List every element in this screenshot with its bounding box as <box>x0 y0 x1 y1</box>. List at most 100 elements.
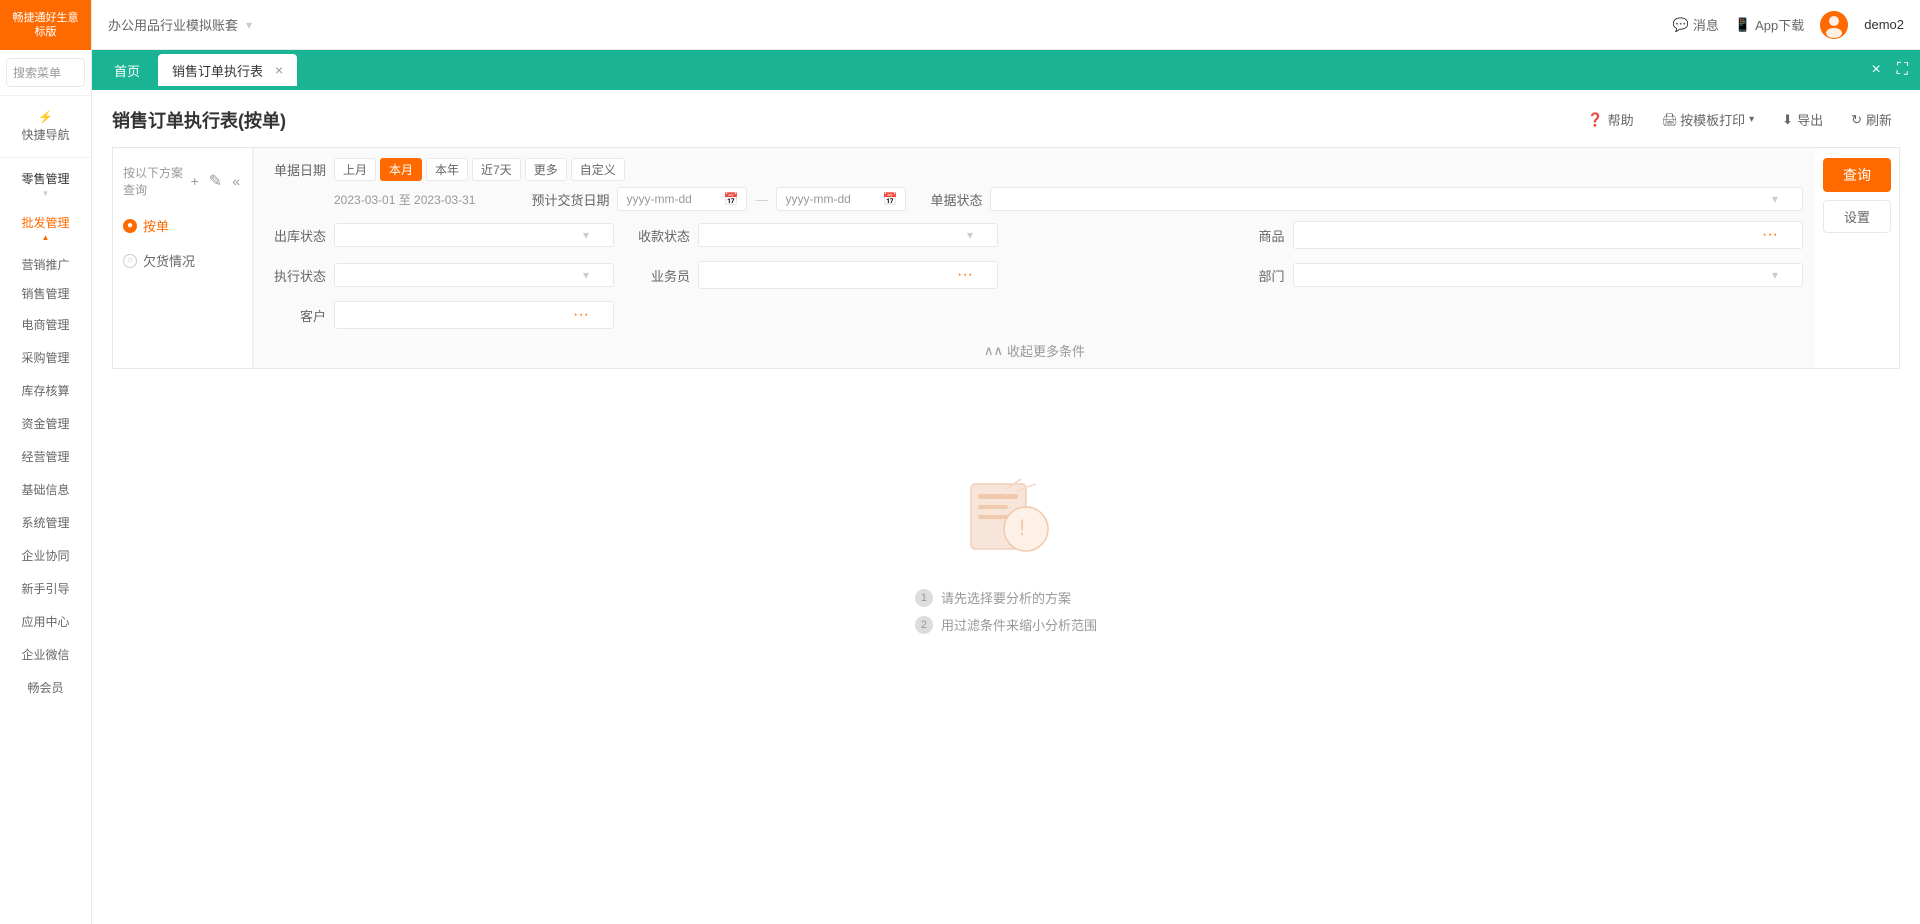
empty-tip-1: 1 请先选择要分析的方案 <box>915 588 1097 607</box>
refresh-button[interactable]: ↻ 刷新 <box>1843 106 1900 133</box>
quick-nav-item[interactable]: ⚡ 快捷导航 <box>0 102 91 151</box>
scheme-item-欠货情况[interactable]: ○ 欠货情况 <box>113 243 252 278</box>
sidebar-item-apps[interactable]: 应用中心 <box>0 605 91 638</box>
sidebar-item-operation[interactable]: 经营管理 <box>0 440 91 473</box>
print-icon: 🖨 <box>1662 112 1679 128</box>
empty-state: ! 1 请先选择要分析的方案 2 用过滤条件来缩小分析范围 <box>112 369 1900 714</box>
user-name[interactable]: demo2 <box>1864 17 1904 32</box>
top-header: 办公用品行业模拟账套 ▾ 💬 消息 📱 App下载 demo2 <box>92 0 1920 50</box>
customer-select[interactable]: ··· <box>334 301 614 329</box>
filter-goods: 商品 ··· <box>1225 221 1804 249</box>
help-button[interactable]: ❓ 帮助 <box>1579 106 1641 133</box>
scheme-item-按单[interactable]: ● 按单 <box>113 208 252 243</box>
date-btn-more[interactable]: 更多 <box>525 158 567 181</box>
collection-status-arrow: ▾ <box>967 228 973 242</box>
dept-select[interactable]: ▾ <box>1293 263 1804 287</box>
close-tab-btn[interactable]: × <box>1867 57 1884 83</box>
print-label: 按模板打印 <box>1680 110 1745 129</box>
filter-area: 单据日期 上月 本月 本年 近7天 更多 自定义 <box>253 148 1815 368</box>
quick-nav-label: 快捷导航 <box>21 126 69 143</box>
date-btn-this-year[interactable]: 本年 <box>426 158 468 181</box>
sidebar-item-finance[interactable]: 资金管理 <box>0 407 91 440</box>
sidebar-item-guide[interactable]: 新手引导 <box>0 572 91 605</box>
date-btn-custom[interactable]: 自定义 <box>571 158 625 181</box>
sidebar-logo: 畅捷通好生意 标版 <box>0 0 91 50</box>
message-button[interactable]: 💬 消息 <box>1673 15 1719 34</box>
app-download-button[interactable]: 📱 App下载 <box>1735 15 1804 34</box>
query-button[interactable]: 查询 <box>1823 158 1891 192</box>
doc-status-arrow: ▾ <box>1772 192 1778 206</box>
collapse-up-icon: ∧∧ <box>984 343 1003 359</box>
date-btn-this-month[interactable]: 本月 <box>380 158 422 181</box>
tab-home[interactable]: 首页 <box>100 54 154 86</box>
scheme-active-dot: ● <box>123 219 137 233</box>
avatar <box>1820 11 1848 39</box>
goods-label: 商品 <box>1225 226 1285 245</box>
date-from-input[interactable]: yyyy-mm-dd 📅 <box>617 187 747 211</box>
tab-sales-exec-label: 销售订单执行表 <box>172 61 263 80</box>
customer-label: 客户 <box>266 306 326 325</box>
sidebar-item-basic[interactable]: 基础信息 <box>0 473 91 506</box>
collapse-panel-button[interactable]: « <box>230 171 242 191</box>
doc-status-label: 单据状态 <box>922 190 982 209</box>
sidebar-item-purchase[interactable]: 采购管理 <box>0 341 91 374</box>
sidebar-item-system[interactable]: 系统管理 <box>0 506 91 539</box>
date-label: 单据日期 <box>266 160 326 179</box>
sidebar-item-member[interactable]: 畅会员 <box>0 671 91 704</box>
page-content: 销售订单执行表(按单) ❓ 帮助 🖨 按模板打印 ▾ ⬇ 导出 <box>92 90 1920 924</box>
scheme-label-欠货情况: 欠货情况 <box>143 251 195 270</box>
empty-tips: 1 请先选择要分析的方案 2 用过滤条件来缩小分析范围 <box>915 588 1097 634</box>
tip-1-num: 1 <box>915 589 933 607</box>
exec-status-select[interactable]: ▾ <box>334 263 614 287</box>
date-to-input[interactable]: yyyy-mm-dd 📅 <box>776 187 906 211</box>
search-menu-button[interactable]: 搜索菜单 <box>6 58 85 87</box>
date-btn-last-7[interactable]: 近7天 <box>472 158 521 181</box>
empty-tip-2: 2 用过滤条件来缩小分析范围 <box>915 615 1097 634</box>
sidebar-item-enterprise[interactable]: 企业协同 <box>0 539 91 572</box>
sidebar-item-retail[interactable]: 零售管理 ▼ <box>0 162 91 206</box>
sidebar-item-wholesale[interactable]: 批发管理 ▲ <box>0 206 91 250</box>
exec-status-label: 执行状态 <box>266 266 326 285</box>
date-separator: — <box>755 192 768 207</box>
tip-1-text: 请先选择要分析的方案 <box>941 588 1071 607</box>
sidebar-item-wechat[interactable]: 企业微信 <box>0 638 91 671</box>
maximize-tab-btn[interactable]: ⛶ <box>1893 57 1912 83</box>
filter-salesperson: 业务员 ··· <box>630 261 1209 289</box>
out-status-select[interactable]: ▾ <box>334 223 614 247</box>
sidebar-item-marketing[interactable]: 营销推广 <box>0 250 91 279</box>
filter-exec-status: 执行状态 ▾ <box>266 263 614 287</box>
left-panel-title: 按以下方案查询 <box>123 164 189 198</box>
doc-status-select[interactable]: ▾ <box>990 187 1803 211</box>
print-button[interactable]: 🖨 按模板打印 ▾ <box>1654 106 1763 133</box>
filter-section: 按以下方案查询 + ✎ « ● 按单 ○ 欠货情况 <box>112 147 1900 369</box>
page-actions: ❓ 帮助 🖨 按模板打印 ▾ ⬇ 导出 ↻ 刷新 <box>1579 106 1900 133</box>
help-label: 帮助 <box>1608 110 1634 129</box>
tab-home-label: 首页 <box>114 61 140 80</box>
calendar-icon: 📅 <box>724 192 739 206</box>
scheme-label-按单: 按单 <box>143 216 169 235</box>
sidebar-item-inventory[interactable]: 库存核算 <box>0 374 91 407</box>
add-scheme-button[interactable]: + <box>189 171 201 191</box>
filter-date: 单据日期 上月 本月 本年 近7天 更多 自定义 <box>266 158 625 181</box>
filter-dept: 部门 ▾ <box>1225 263 1804 287</box>
collapse-filter-button[interactable]: ∧∧ 收起更多条件 <box>266 341 1803 360</box>
tab-bar-actions: × ⛶ <box>1867 57 1912 83</box>
date-btn-last-month[interactable]: 上月 <box>334 158 376 181</box>
salesperson-select[interactable]: ··· <box>698 261 998 289</box>
collection-status-select[interactable]: ▾ <box>698 223 998 247</box>
retail-label: 零售管理 <box>21 170 69 187</box>
edit-scheme-button[interactable]: ✎ <box>207 169 224 193</box>
tab-sales-exec[interactable]: 销售订单执行表 × <box>158 54 297 86</box>
goods-select[interactable]: ··· <box>1293 221 1804 249</box>
calendar-to-icon: 📅 <box>883 192 898 206</box>
collapse-label: 收起更多条件 <box>1007 341 1085 360</box>
sidebar-item-ecommerce[interactable]: 电商管理 <box>0 308 91 341</box>
quick-nav-section: ⚡ 快捷导航 <box>0 96 91 158</box>
settings-button[interactable]: 设置 <box>1823 200 1891 233</box>
breadcrumb-arrow[interactable]: ▾ <box>246 18 252 32</box>
sidebar-item-sales[interactable]: 销售管理 <box>0 279 91 308</box>
tab-close-icon[interactable]: × <box>275 62 283 78</box>
export-button[interactable]: ⬇ 导出 <box>1774 106 1831 133</box>
app-label: App下载 <box>1755 15 1804 34</box>
sidebar-nav: 零售管理 ▼ 批发管理 ▲ 营销推广 销售管理 电商管理 采购管理 库存核算 资… <box>0 158 91 708</box>
